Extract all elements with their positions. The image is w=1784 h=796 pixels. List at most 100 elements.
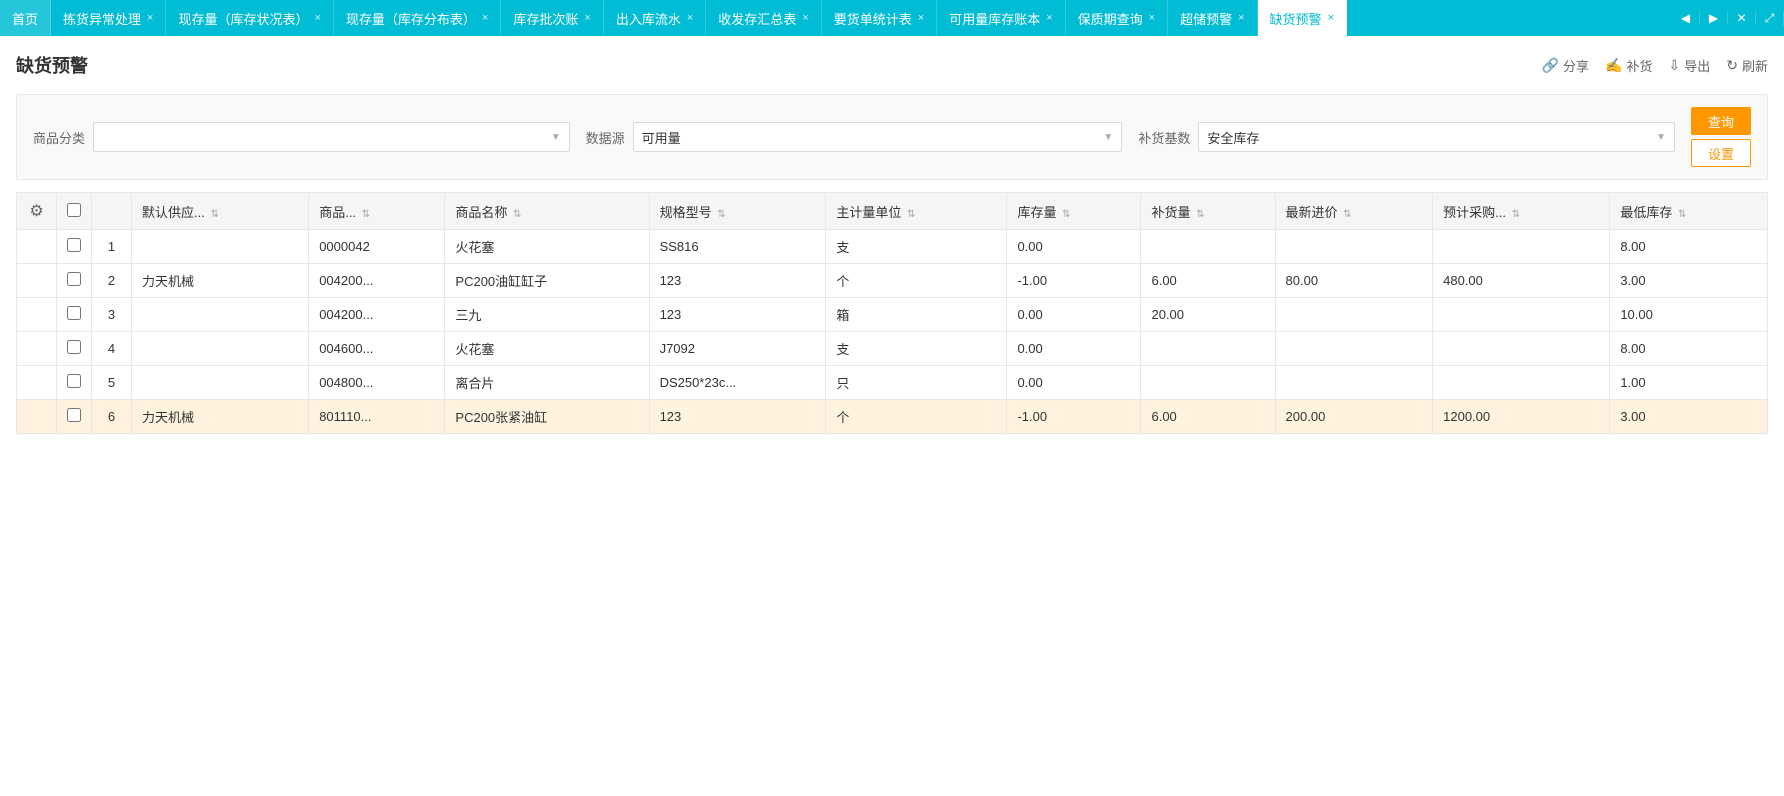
row-checkbox-2[interactable] — [67, 306, 81, 320]
table-row: 6 力天机械 801110... PC200张紧油缸 123 个 -1.00 6… — [17, 400, 1768, 434]
replenish-base-select[interactable]: 安全库存 ▼ — [1198, 122, 1675, 152]
row-checkbox-cell-2[interactable] — [57, 298, 92, 332]
row-replenish-3 — [1141, 332, 1275, 366]
category-select[interactable]: ▼ — [93, 122, 570, 152]
row-goods-name-3: 火花塞 — [445, 332, 649, 366]
row-est-purchase-4 — [1433, 366, 1610, 400]
row-stock-0: 0.00 — [1007, 230, 1141, 264]
tab-nav-left[interactable]: ◀ — [1672, 11, 1700, 25]
col-goods-code[interactable]: 商品... ⇅ — [309, 193, 445, 230]
col-gear[interactable]: ⚙ — [17, 193, 57, 230]
row-checkbox-1[interactable] — [67, 272, 81, 286]
col-spec[interactable]: 规格型号 ⇅ — [649, 193, 826, 230]
row-checkbox-cell-4[interactable] — [57, 366, 92, 400]
tab-abnormal[interactable]: 拣货异常处理 × — [51, 0, 166, 36]
col-goods-name[interactable]: 商品名称 ⇅ — [445, 193, 649, 230]
row-est-purchase-1: 480.00 — [1433, 264, 1610, 298]
tab-close-overstock[interactable]: × — [1238, 12, 1244, 24]
col-checkbox-all[interactable] — [57, 193, 92, 230]
row-latest-price-4 — [1275, 366, 1433, 400]
row-checkbox-3[interactable] — [67, 340, 81, 354]
export-button[interactable]: ⇩ 导出 — [1669, 56, 1711, 75]
col-num — [92, 193, 132, 230]
tab-home[interactable]: 首页 — [0, 0, 51, 36]
row-checkbox-cell-0[interactable] — [57, 230, 92, 264]
query-button[interactable]: 查询 — [1691, 107, 1751, 135]
col-min-stock[interactable]: 最低库存 ⇅ — [1610, 193, 1768, 230]
data-table: ⚙ 默认供应... ⇅ 商品... ⇅ 商品名称 ⇅ — [16, 192, 1768, 434]
row-checkbox-cell-1[interactable] — [57, 264, 92, 298]
tab-close-available[interactable]: × — [1046, 12, 1052, 24]
row-goods-code-5: 801110... — [309, 400, 445, 434]
tab-close-shortage[interactable]: × — [1328, 12, 1334, 24]
row-spec-3: J7092 — [649, 332, 826, 366]
est-purchase-sort-icon: ⇅ — [1512, 209, 1520, 220]
tab-close-expiry[interactable]: × — [1149, 12, 1155, 24]
row-checkbox-cell-5[interactable] — [57, 400, 92, 434]
row-spec-1: 123 — [649, 264, 826, 298]
tab-close-order-stat[interactable]: × — [918, 12, 924, 24]
tab-close-abnormal[interactable]: × — [147, 12, 153, 24]
export-icon: ⇩ — [1669, 57, 1681, 74]
spec-sort-icon: ⇅ — [717, 209, 725, 220]
row-gear-3 — [17, 332, 57, 366]
row-stock-1: -1.00 — [1007, 264, 1141, 298]
row-latest-price-1: 80.00 — [1275, 264, 1433, 298]
tab-available[interactable]: 可用量库存账本 × — [937, 0, 1065, 36]
col-stock[interactable]: 库存量 ⇅ — [1007, 193, 1141, 230]
replenish-button[interactable]: ✍ 补货 — [1605, 56, 1652, 75]
datasource-label: 数据源 — [586, 128, 625, 147]
tab-close-stock-status[interactable]: × — [314, 12, 320, 24]
tab-nav-fullscreen[interactable]: ⤢ — [1756, 11, 1784, 26]
filter-actions: 查询 设置 — [1691, 107, 1751, 167]
tab-stock-dist[interactable]: 现存量（库存分布表） × — [334, 0, 501, 36]
select-all-checkbox[interactable] — [67, 203, 81, 217]
row-goods-name-1: PC200油缸缸子 — [445, 264, 649, 298]
col-est-purchase[interactable]: 预计采购... ⇅ — [1433, 193, 1610, 230]
table-row: 2 力天机械 004200... PC200油缸缸子 123 个 -1.00 6… — [17, 264, 1768, 298]
refresh-button[interactable]: ↻ 刷新 — [1726, 56, 1768, 75]
tab-batch[interactable]: 库存批次账 × — [501, 0, 603, 36]
row-goods-name-0: 火花塞 — [445, 230, 649, 264]
row-supplier-3 — [132, 332, 309, 366]
row-spec-5: 123 — [649, 400, 826, 434]
main-content: 缺货预警 🔗 分享 ✍ 补货 ⇩ 导出 ↻ 刷新 商品分类 — [0, 36, 1784, 796]
col-replenish[interactable]: 补货量 ⇅ — [1141, 193, 1275, 230]
row-num-4: 5 — [92, 366, 132, 400]
col-unit[interactable]: 主计量单位 ⇅ — [826, 193, 1007, 230]
row-est-purchase-3 — [1433, 332, 1610, 366]
row-checkbox-cell-3[interactable] — [57, 332, 92, 366]
row-est-purchase-0 — [1433, 230, 1610, 264]
tab-close-receive[interactable]: × — [802, 12, 808, 24]
datasource-select[interactable]: 可用量 ▼ — [633, 122, 1123, 152]
gear-settings-icon[interactable]: ⚙ — [27, 201, 46, 221]
col-supplier[interactable]: 默认供应... ⇅ — [132, 193, 309, 230]
row-latest-price-2 — [1275, 298, 1433, 332]
settings-button[interactable]: 设置 — [1691, 139, 1751, 167]
replenish-base-value: 安全库存 — [1207, 128, 1259, 147]
tab-order-stat[interactable]: 要货单统计表 × — [822, 0, 937, 36]
tab-nav-close[interactable]: ✕ — [1728, 11, 1756, 25]
table-row: 4 004600... 火花塞 J7092 支 0.00 8.00 — [17, 332, 1768, 366]
row-supplier-1: 力天机械 — [132, 264, 309, 298]
col-latest-price[interactable]: 最新进价 ⇅ — [1275, 193, 1433, 230]
row-goods-code-4: 004800... — [309, 366, 445, 400]
tab-inout[interactable]: 出入库流水 × — [604, 0, 706, 36]
tab-expiry[interactable]: 保质期查询 × — [1066, 0, 1168, 36]
tab-close-inout[interactable]: × — [687, 12, 693, 24]
tab-close-batch[interactable]: × — [584, 12, 590, 24]
row-checkbox-0[interactable] — [67, 238, 81, 252]
tab-nav-right[interactable]: ▶ — [1700, 11, 1728, 25]
tab-close-stock-dist[interactable]: × — [482, 12, 488, 24]
table-row: 1 0000042 火花塞 SS816 支 0.00 8.00 — [17, 230, 1768, 264]
tab-stock-status[interactable]: 现存量（库存状况表） × — [166, 0, 333, 36]
tab-overstock[interactable]: 超储预警 × — [1168, 0, 1257, 36]
tab-shortage[interactable]: 缺货预警 × — [1258, 0, 1347, 36]
row-checkbox-4[interactable] — [67, 374, 81, 388]
row-stock-5: -1.00 — [1007, 400, 1141, 434]
replenish-base-arrow-icon: ▼ — [1656, 132, 1666, 143]
tab-receive[interactable]: 收发存汇总表 × — [706, 0, 821, 36]
row-goods-code-0: 0000042 — [309, 230, 445, 264]
row-checkbox-5[interactable] — [67, 408, 81, 422]
share-button[interactable]: 🔗 分享 — [1542, 56, 1589, 75]
